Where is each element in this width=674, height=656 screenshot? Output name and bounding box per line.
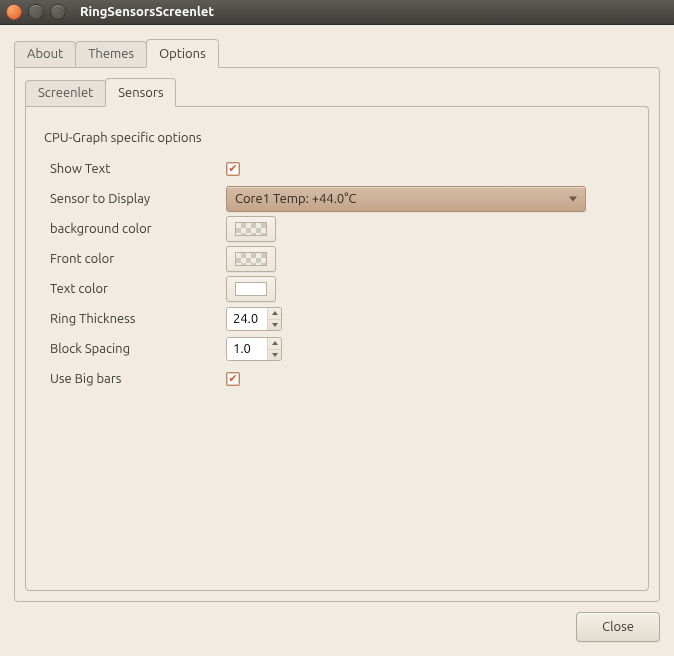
- main-tabbar: About Themes Options: [14, 39, 660, 68]
- window-body: About Themes Options Screenlet Sensors C…: [0, 24, 674, 656]
- label-front-color: Front color: [40, 252, 226, 266]
- window-title: RingSensorsScreenlet: [80, 5, 214, 19]
- triangle-up-icon: [272, 341, 278, 345]
- triangle-up-icon: [272, 311, 278, 315]
- label-text-color: Text color: [40, 282, 226, 296]
- sub-tabbar: Screenlet Sensors: [25, 78, 649, 107]
- label-block-spacing: Block Spacing: [40, 342, 226, 356]
- window-maximize-button[interactable]: [50, 4, 66, 20]
- subtab-sensors[interactable]: Sensors: [105, 78, 176, 107]
- tab-themes[interactable]: Themes: [75, 41, 147, 68]
- swatch-text: [235, 282, 267, 296]
- window-titlebar: RingSensorsScreenlet: [0, 0, 674, 24]
- checkbox-use-big-bars[interactable]: [226, 372, 240, 386]
- subtab-screenlet[interactable]: Screenlet: [25, 80, 106, 107]
- label-ring-thickness: Ring Thickness: [40, 312, 226, 326]
- label-show-text: Show Text: [40, 162, 226, 176]
- combo-sensor-to-display[interactable]: Core1 Temp: +44.0°C: [226, 186, 586, 212]
- label-background-color: background color: [40, 222, 226, 236]
- spin-ring-thickness-down[interactable]: [268, 320, 281, 331]
- options-panel: Screenlet Sensors CPU-Graph specific opt…: [14, 67, 660, 602]
- label-use-big-bars: Use Big bars: [40, 372, 226, 386]
- color-button-text[interactable]: [226, 276, 276, 302]
- triangle-down-icon: [272, 323, 278, 327]
- checkbox-show-text[interactable]: [226, 162, 240, 176]
- spin-ring-thickness[interactable]: [226, 307, 282, 331]
- swatch-front: [235, 252, 267, 266]
- spin-block-spacing-up[interactable]: [268, 338, 281, 350]
- window-close-button[interactable]: [6, 4, 22, 20]
- tab-about[interactable]: About: [14, 41, 76, 68]
- tab-options[interactable]: Options: [146, 39, 219, 68]
- section-title: CPU-Graph specific options: [44, 131, 634, 145]
- spin-ring-thickness-input[interactable]: [227, 308, 267, 330]
- color-button-front[interactable]: [226, 246, 276, 272]
- color-button-background[interactable]: [226, 216, 276, 242]
- spin-ring-thickness-up[interactable]: [268, 308, 281, 320]
- spin-block-spacing-input[interactable]: [227, 338, 267, 360]
- spin-block-spacing[interactable]: [226, 337, 282, 361]
- close-button[interactable]: Close: [576, 612, 660, 642]
- spin-block-spacing-down[interactable]: [268, 350, 281, 361]
- window-minimize-button[interactable]: [28, 4, 44, 20]
- chevron-down-icon: [569, 197, 577, 202]
- triangle-down-icon: [272, 353, 278, 357]
- swatch-background: [235, 222, 267, 236]
- dialog-footer: Close: [14, 602, 660, 642]
- combo-sensor-value: Core1 Temp: +44.0°C: [235, 192, 356, 206]
- sensors-panel: CPU-Graph specific options Show Text Sen…: [25, 106, 649, 591]
- label-sensor-to-display: Sensor to Display: [40, 192, 226, 206]
